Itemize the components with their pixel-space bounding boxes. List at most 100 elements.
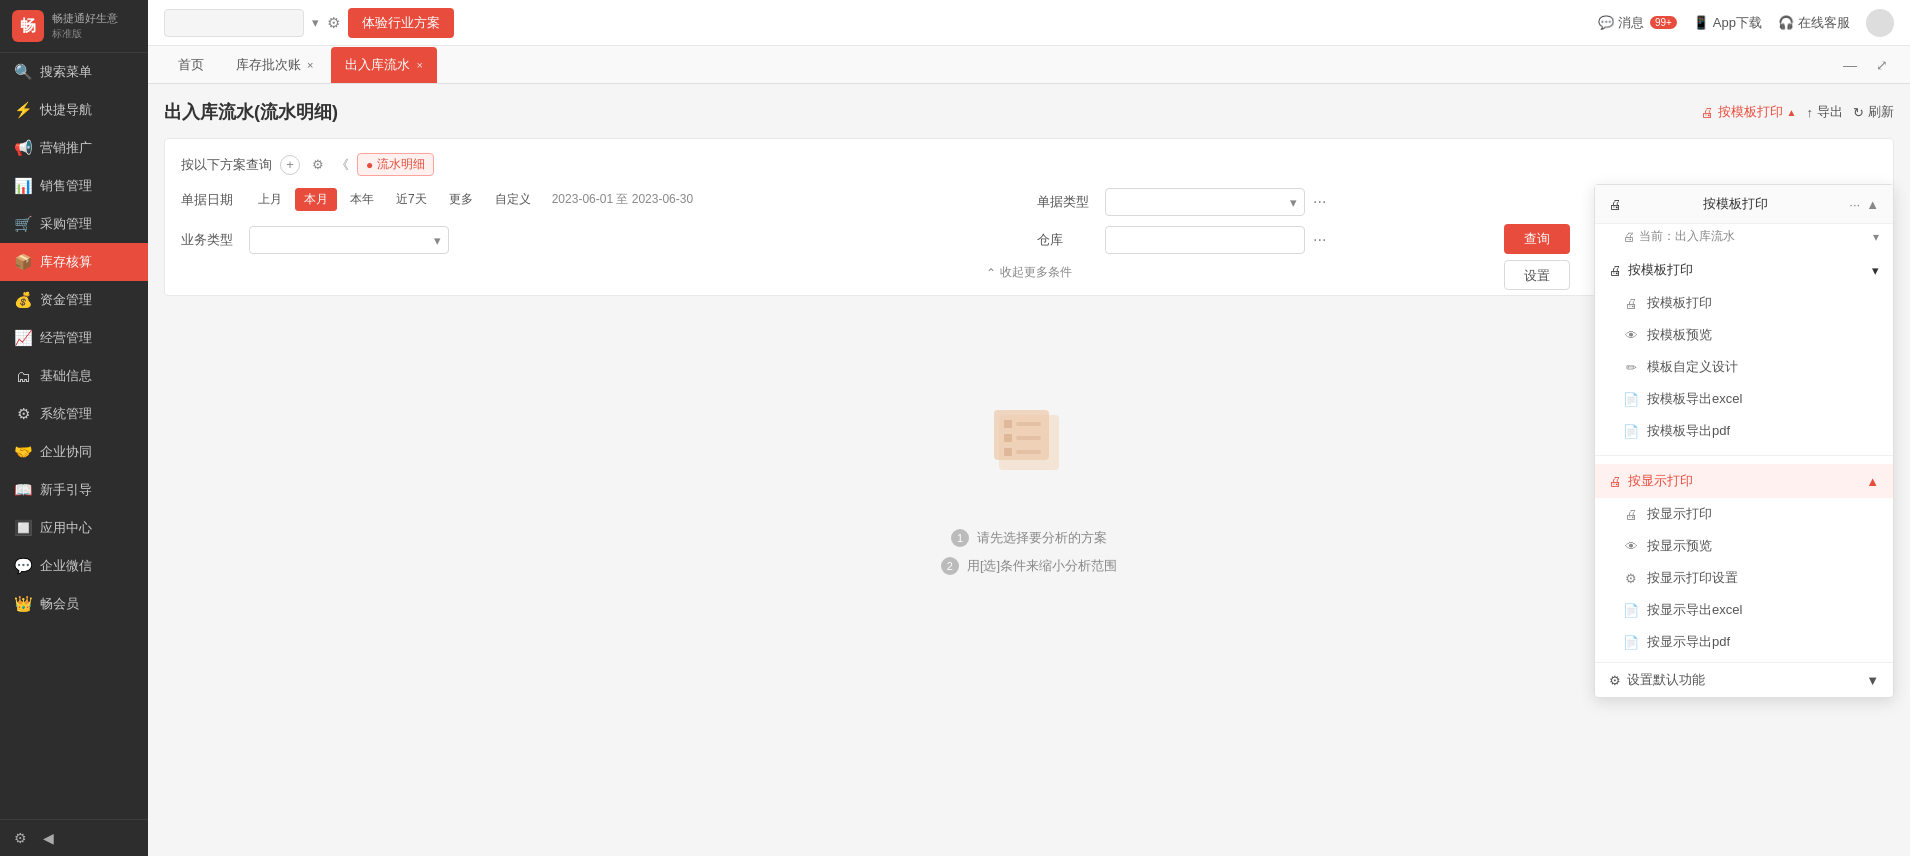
sidebar-item-sales[interactable]: 📊 销售管理 [0,167,148,205]
filter-warehouse-label: 仓库 [1037,231,1097,249]
message-button[interactable]: 💬 消息 99+ [1598,14,1677,32]
filter-doctype-select[interactable] [1105,188,1305,216]
dropdown-item-template-custom[interactable]: ✏ 模板自定义设计 [1595,351,1893,383]
sidebar-item-corp[interactable]: 🤝 企业协同 [0,433,148,471]
filter-collapse-button[interactable]: 《 [336,156,349,174]
customer-service-label: 在线客服 [1798,14,1850,32]
tab-flow-close[interactable]: × [416,59,422,71]
sidebar-item-inventory[interactable]: 📦 库存核算 [0,243,148,281]
display-pdf-icon: 📄 [1623,635,1639,650]
filter-warehouse-more[interactable]: ··· [1313,231,1326,249]
wechat-icon: 💬 [14,557,32,575]
topbar-search-input[interactable] [164,9,304,37]
collapse-icon[interactable]: ◀ [43,830,54,846]
dropdown-item-display-pdf[interactable]: 📄 按显示导出pdf [1595,626,1893,658]
app-download-button[interactable]: 📱 App下载 [1693,14,1762,32]
sidebar-item-label: 应用中心 [40,519,92,537]
template-preview-icon: 👁 [1623,328,1639,343]
dropdown-item-display-settings[interactable]: ⚙ 按显示打印设置 [1595,562,1893,594]
filter-date-tab-more[interactable]: 更多 [440,188,482,211]
svg-rect-7 [1016,450,1041,454]
tab-batch[interactable]: 库存批次账 × [222,47,327,83]
dropdown-item-template-excel[interactable]: 📄 按模板导出excel [1595,383,1893,415]
tab-flow[interactable]: 出入库流水 × [331,47,436,83]
finance-icon: 💰 [14,291,32,309]
tab-minimize-button[interactable]: — [1838,53,1862,77]
filter-add-button[interactable]: + [280,155,300,175]
filter-warehouse-input[interactable] [1105,226,1305,254]
filter-doctype-select-wrapper [1105,188,1305,216]
filter-biztype-label: 业务类型 [181,231,241,249]
dropdown-header: 🖨 按模板打印 ··· ▲ [1595,185,1893,224]
display-print-label: 按显示打印 [1647,505,1712,523]
filter-date-tab-last-month[interactable]: 上月 [249,188,291,211]
refresh-button[interactable]: ↻ 刷新 [1853,103,1894,121]
sidebar-item-system[interactable]: ⚙ 系统管理 [0,395,148,433]
sidebar-item-wechat[interactable]: 💬 企业微信 [0,547,148,585]
dropdown-more-icon[interactable]: ··· [1849,197,1860,212]
dropdown-section-display: 🖨 按显示打印 ▲ 🖨 按显示打印 👁 按显示预览 ⚙ 按显示打印设置 [1595,460,1893,662]
dropdown-footer-arrow: ▼ [1866,673,1879,688]
dropdown-collapse-icon[interactable]: ▲ [1866,197,1879,212]
filter-collapse-button[interactable]: ⌃ 收起更多条件 [986,264,1072,281]
tab-batch-close[interactable]: × [307,59,313,71]
print-template-label: 按模板打印 [1718,103,1783,121]
sidebar-item-appcenter[interactable]: 🔲 应用中心 [0,509,148,547]
display-preview-icon: 👁 [1623,539,1639,554]
dropdown-section-display-header[interactable]: 🖨 按显示打印 ▲ [1595,464,1893,498]
print-template-button[interactable]: 🖨 按模板打印 ▲ [1701,103,1797,121]
refresh-icon: ↻ [1853,105,1864,120]
filter-biztype-select[interactable] [249,226,449,254]
tab-maximize-button[interactable]: ⤢ [1870,53,1894,77]
dropdown-item-template-print[interactable]: 🖨 按模板打印 [1595,287,1893,319]
filter-settings-button[interactable]: ⚙ [308,155,328,175]
dropdown-footer[interactable]: ⚙ 设置默认功能 ▼ [1595,662,1893,697]
filter-biztype-select-wrapper [249,226,449,254]
topbar-dropdown-icon[interactable]: ▾ [312,15,319,30]
export-button[interactable]: ↑ 导出 [1807,103,1844,121]
dropdown-divider-1 [1595,455,1893,456]
filter-date-tab-current-month[interactable]: 本月 [295,188,337,211]
sidebar-item-label: 快捷导航 [40,101,92,119]
logo-badge: 标准版 [52,27,118,41]
tab-home[interactable]: 首页 [164,47,218,83]
settings-button[interactable]: 设置 [1504,260,1570,290]
sidebar-item-marketing[interactable]: 📢 营销推广 [0,129,148,167]
topbar-gear-icon[interactable]: ⚙ [327,14,340,32]
filter-date-tab-current-year[interactable]: 本年 [341,188,383,211]
export-icon: ↑ [1807,105,1814,120]
trial-button[interactable]: 体验行业方案 [348,8,454,38]
customer-service-button[interactable]: 🎧 在线客服 [1778,14,1850,32]
user-avatar[interactable] [1866,9,1894,37]
sidebar-item-guide[interactable]: 📖 新手引导 [0,471,148,509]
sidebar-item-label: 系统管理 [40,405,92,423]
settings-icon[interactable]: ⚙ [14,830,27,846]
dropdown-item-display-print[interactable]: 🖨 按显示打印 [1595,498,1893,530]
dropdown-item-display-excel[interactable]: 📄 按显示导出excel [1595,594,1893,626]
display-settings-label: 按显示打印设置 [1647,569,1738,587]
template-custom-label: 模板自定义设计 [1647,358,1738,376]
sidebar-item-shortcut[interactable]: ⚡ 快捷导航 [0,91,148,129]
refresh-label: 刷新 [1868,103,1894,121]
empty-step-1-text: 请先选择要分析的方案 [977,529,1107,547]
filter-date-tab-custom[interactable]: 自定义 [486,188,540,211]
sidebar-item-search[interactable]: 🔍 搜索菜单 [0,53,148,91]
filter-date-tab-last7[interactable]: 近7天 [387,188,436,211]
sidebar-item-basic[interactable]: 🗂 基础信息 [0,357,148,395]
sidebar-item-purchase[interactable]: 🛒 采购管理 [0,205,148,243]
dropdown-item-display-preview[interactable]: 👁 按显示预览 [1595,530,1893,562]
sidebar-item-member[interactable]: 👑 畅会员 [0,585,148,623]
filter-doctype-more[interactable]: ··· [1313,193,1326,211]
filter-date-group: 单据日期 上月 本月 本年 近7天 更多 自定义 2023-06-01 至 20… [181,188,1021,211]
sidebar-item-operation[interactable]: 📈 经营管理 [0,319,148,357]
svg-rect-4 [1004,448,1012,456]
sidebar-item-label: 销售管理 [40,177,92,195]
query-button[interactable]: 查询 [1504,224,1570,254]
dropdown-item-template-preview[interactable]: 👁 按模板预览 [1595,319,1893,351]
dropdown-section-template-header[interactable]: 🖨 按模板打印 ▾ [1595,253,1893,287]
sidebar-item-finance[interactable]: 💰 资金管理 [0,281,148,319]
sidebar-item-label: 库存核算 [40,253,92,271]
sidebar-item-label: 营销推广 [40,139,92,157]
dropdown-item-template-pdf[interactable]: 📄 按模板导出pdf [1595,415,1893,447]
inventory-icon: 📦 [14,253,32,271]
